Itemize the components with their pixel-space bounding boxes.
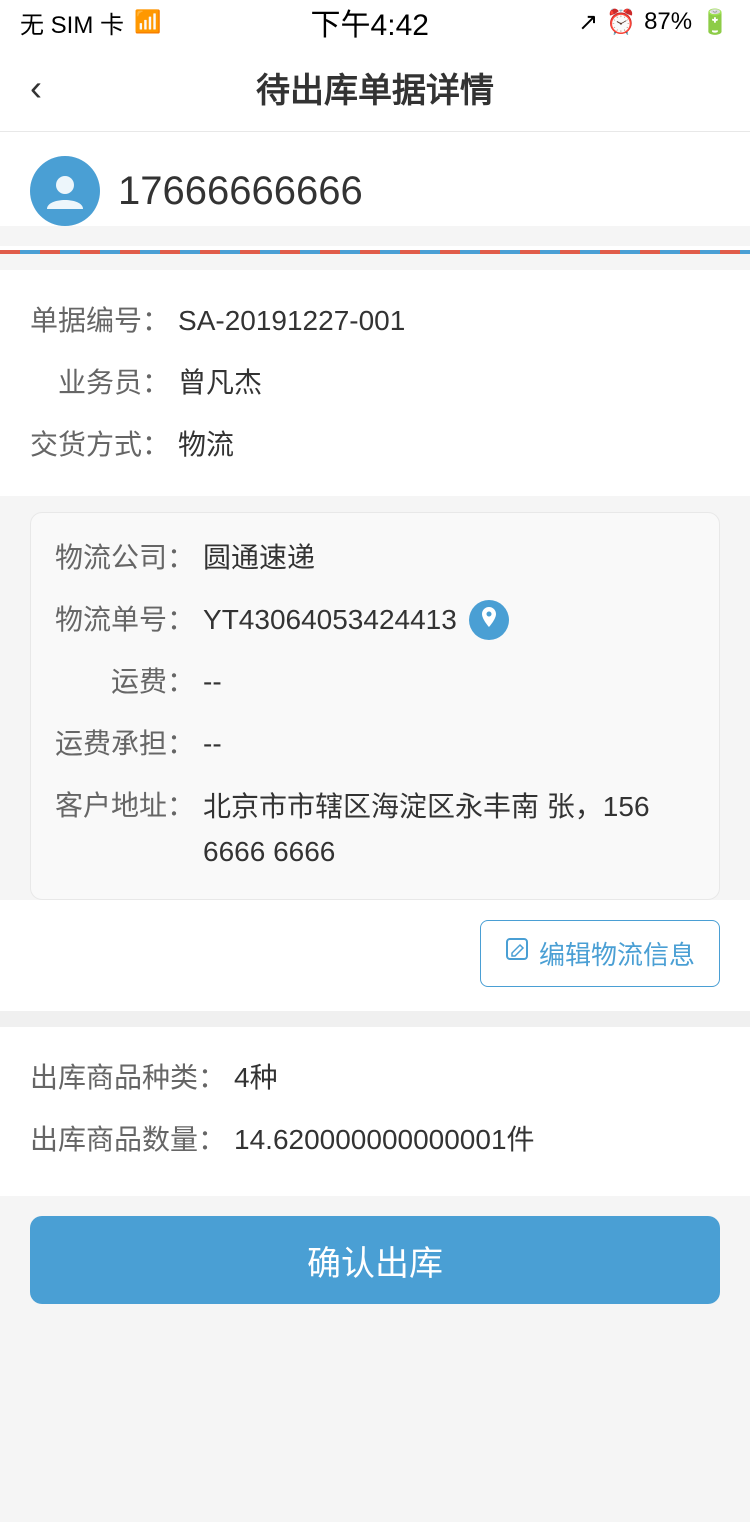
goods-types-value: 4种 [234,1057,278,1099]
salesman-value: 曾凡杰 [178,362,720,404]
address-value: 北京市市辖区海淀区永丰南 张，156 6666 6666 [203,785,695,875]
order-no-value: SA-20191227-001 [178,300,720,342]
user-header: 17666666666 [0,132,750,226]
edit-btn-container: 编辑物流信息 [0,900,750,1011]
alarm-icon: ⏰ [606,8,636,37]
confirm-btn-area: 确认出库 [0,1196,750,1334]
tracking-value: YT43064053424413 [203,599,695,641]
freight-row: 运费： -- [55,661,695,703]
delivery-value: 物流 [178,424,720,466]
freight-value: -- [203,661,695,703]
tracking-row: 物流单号： YT43064053424413 [55,599,695,641]
order-no-row: 单据编号： SA-20191227-001 [30,300,720,342]
goods-types-row: 出库商品种类： 4种 [30,1057,720,1099]
bottom-area [0,1302,750,1522]
nav-bar: ‹ 待出库单据详情 [0,44,750,132]
address-label: 客户地址： [55,785,195,827]
location-icon: ↗ [578,8,598,37]
confirm-btn-label: 确认出库 [307,1236,443,1285]
status-bar-left: 无 SIM 卡 📶 [20,5,161,40]
delivery-label: 交货方式： [30,424,170,466]
freight-bear-row: 运费承担： -- [55,723,695,765]
back-button[interactable]: ‹ [30,67,42,109]
address-row: 客户地址： 北京市市辖区海淀区永丰南 张，156 6666 6666 [55,785,695,875]
goods-quantity-row: 出库商品数量： 14.620000000000001件 [30,1119,720,1161]
carrier-label: 无 SIM 卡 [20,5,124,40]
logistics-company-value: 圆通速递 [203,537,695,579]
status-bar: 无 SIM 卡 📶 下午4:42 ↗ ⏰ 87% 🔋 [0,0,750,44]
edit-icon [505,937,531,970]
goods-quantity-label: 出库商品数量： [30,1119,226,1161]
goods-types-label: 出库商品种类： [30,1057,226,1099]
wifi-icon: 📶 [134,9,161,35]
basic-info-section: 单据编号： SA-20191227-001 业务员： 曾凡杰 交货方式： 物流 [0,270,750,496]
edit-logistics-label: 编辑物流信息 [539,935,695,972]
goods-section: 出库商品种类： 4种 出库商品数量： 14.620000000000001件 [0,1027,750,1191]
salesman-label: 业务员： [30,362,170,404]
page-title: 待出库单据详情 [256,63,494,112]
order-no-label: 单据编号： [30,300,170,342]
user-phone: 17666666666 [118,169,363,214]
freight-bear-value: -- [203,723,695,765]
battery-icon: 🔋 [700,8,730,37]
delivery-row: 交货方式： 物流 [30,424,720,466]
tracking-location-icon[interactable] [469,600,509,640]
freight-bear-label: 运费承担： [55,723,195,765]
section-divider [0,1011,750,1027]
logistics-company-label: 物流公司： [55,537,195,579]
dashed-divider [0,246,750,254]
status-bar-right: ↗ ⏰ 87% 🔋 [578,8,730,37]
logistics-card: 物流公司： 圆通速递 物流单号： YT43064053424413 运费： --… [30,512,720,900]
battery-label: 87% [644,8,692,36]
edit-logistics-button[interactable]: 编辑物流信息 [480,920,720,987]
status-bar-time: 下午4:42 [311,0,429,44]
salesman-row: 业务员： 曾凡杰 [30,362,720,404]
tracking-label: 物流单号： [55,599,195,641]
freight-label: 运费： [55,661,195,703]
confirm-outbound-button[interactable]: 确认出库 [30,1216,720,1304]
goods-quantity-value: 14.620000000000001件 [234,1119,535,1161]
logistics-company-row: 物流公司： 圆通速递 [55,537,695,579]
avatar [30,156,100,226]
